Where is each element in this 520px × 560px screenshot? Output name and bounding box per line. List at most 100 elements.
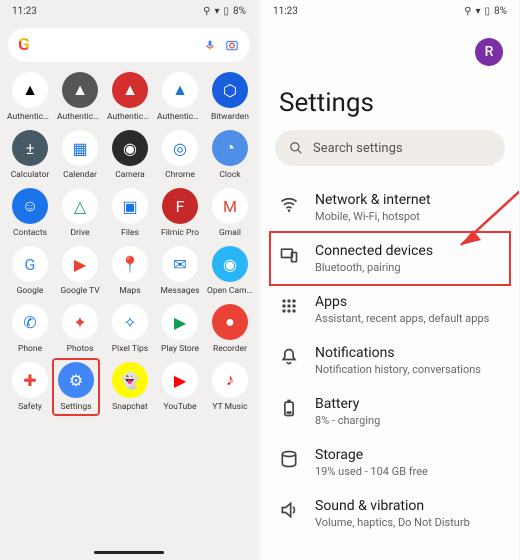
app-youtube[interactable]: ▶ YouTube	[156, 362, 204, 412]
settings-header: R	[261, 22, 519, 66]
app-snapchat[interactable]: 👻 Snapchat	[106, 362, 154, 412]
app-label: Bitwarden	[211, 112, 249, 122]
wifi-icon	[279, 194, 299, 214]
app-label: Files	[121, 228, 139, 238]
app-label: Photos	[67, 344, 94, 354]
app-clock[interactable]: ◔ Clock	[206, 130, 254, 180]
nav-handle[interactable]	[94, 551, 164, 554]
app-label: Drive	[70, 228, 89, 238]
app-google[interactable]: G Google	[6, 246, 54, 296]
app-icon: △	[62, 188, 98, 224]
app-icon: ☺	[12, 188, 48, 224]
app-grid: ▲ Authentica...▲ Authentica...▲ Authenti…	[0, 72, 258, 412]
app-label: Open Cam...	[207, 286, 253, 296]
app-icon: ±	[12, 130, 48, 166]
app-camera[interactable]: ◉ Camera	[106, 130, 154, 180]
app-maps[interactable]: 📍 Maps	[106, 246, 154, 296]
app-photos[interactable]: ✦ Photos	[56, 304, 104, 354]
profile-avatar[interactable]: R	[475, 38, 503, 66]
wifi-icon: ▾	[476, 6, 481, 17]
app-label: Pixel Tips	[112, 344, 148, 354]
app-label: Calendar	[63, 170, 97, 180]
app-authentica-[interactable]: ▲ Authentica...	[56, 72, 104, 122]
settings-row-apps[interactable]: Apps Assistant, recent apps, default app…	[261, 284, 519, 335]
row-subtitle: Bluetooth, pairing	[315, 261, 433, 274]
app-recorder[interactable]: ● Recorder	[206, 304, 254, 354]
statusbar: 11:23 ⚲ ▾ ▯ 8%	[261, 0, 519, 22]
app-drive[interactable]: △ Drive	[56, 188, 104, 238]
app-icon: ▶	[162, 304, 198, 340]
app-icon: ▦	[62, 130, 98, 166]
settings-search[interactable]: Search settings	[275, 130, 505, 166]
app-open-cam-[interactable]: ◉ Open Cam...	[206, 246, 254, 296]
app-filmic-pro[interactable]: F Filmic Pro	[156, 188, 204, 238]
settings-list: Network & internet Mobile, Wi-Fi, hotspo…	[261, 182, 519, 539]
row-subtitle: Volume, haptics, Do Not Disturb	[315, 516, 470, 529]
app-icon: ▲	[12, 72, 48, 108]
app-yt-music[interactable]: ♪ YT Music	[206, 362, 254, 412]
settings-row-sound-vibration[interactable]: Sound & vibration Volume, haptics, Do No…	[261, 488, 519, 539]
devices-icon	[279, 245, 299, 265]
google-logo-icon: G	[18, 35, 30, 55]
row-subtitle: Notification history, conversations	[315, 363, 481, 376]
battery-icon: ▯	[485, 6, 491, 17]
app-contacts[interactable]: ☺ Contacts	[6, 188, 54, 238]
app-icon: ▣	[112, 188, 148, 224]
app-label: Authentica...	[7, 112, 53, 122]
app-chrome[interactable]: ◎ Chrome	[156, 130, 204, 180]
app-label: Settings	[60, 402, 91, 412]
wifi-icon: ▾	[215, 6, 220, 17]
app-icon: ◉	[212, 246, 248, 282]
app-bitwarden[interactable]: ⬡ Bitwarden	[206, 72, 254, 122]
row-title: Storage	[315, 447, 428, 463]
app-label: Authentica...	[157, 112, 203, 122]
app-icon: ▶	[62, 246, 98, 282]
mic-icon[interactable]	[204, 38, 216, 52]
camera-icon[interactable]	[224, 38, 240, 52]
settings-row-connected-devices[interactable]: Connected devices Bluetooth, pairing	[269, 231, 511, 286]
phone-settings: 11:23 ⚲ ▾ ▯ 8% R Settings Search setting…	[261, 0, 519, 560]
app-icon: ▲	[62, 72, 98, 108]
app-label: Clock	[219, 170, 240, 180]
row-title: Apps	[315, 294, 489, 310]
search-icon	[289, 141, 303, 155]
app-icon: ✦	[62, 304, 98, 340]
settings-row-network-internet[interactable]: Network & internet Mobile, Wi-Fi, hotspo…	[261, 182, 519, 233]
app-label: Google TV	[60, 286, 99, 296]
app-play-store[interactable]: ▶ Play Store	[156, 304, 204, 354]
page-title: Settings	[279, 88, 519, 118]
app-label: Maps	[119, 286, 140, 296]
app-icon: ✉	[162, 246, 198, 282]
google-search-bar[interactable]: G	[8, 28, 250, 62]
app-label: Gmail	[219, 228, 241, 238]
settings-row-battery[interactable]: Battery 8% - charging	[261, 386, 519, 437]
app-pixel-tips[interactable]: ✧ Pixel Tips	[106, 304, 154, 354]
app-messages[interactable]: ✉ Messages	[156, 246, 204, 296]
app-authentica-[interactable]: ▲ Authentica...	[6, 72, 54, 122]
app-label: Phone	[18, 344, 42, 354]
app-icon: ⬡	[212, 72, 248, 108]
app-phone[interactable]: ✆ Phone	[6, 304, 54, 354]
app-calculator[interactable]: ± Calculator	[6, 130, 54, 180]
settings-row-storage[interactable]: Storage 19% used - 104 GB free	[261, 437, 519, 488]
app-calendar[interactable]: ▦ Calendar	[56, 130, 104, 180]
app-label: YouTube	[163, 402, 196, 412]
app-icon: 📍	[112, 246, 148, 282]
row-title: Network & internet	[315, 192, 431, 208]
storage-icon	[279, 449, 299, 469]
app-google-tv[interactable]: ▶ Google TV	[56, 246, 104, 296]
row-subtitle: Mobile, Wi-Fi, hotspot	[315, 210, 431, 223]
bluetooth-icon: ⚲	[203, 6, 210, 17]
app-label: Filmic Pro	[161, 228, 199, 238]
app-label: Contacts	[13, 228, 47, 238]
app-safety[interactable]: ✚ Safety	[6, 362, 54, 412]
app-gmail[interactable]: M Gmail	[206, 188, 254, 238]
battery-percent: 8%	[494, 6, 507, 17]
app-authentica-[interactable]: ▲ Authentica...	[106, 72, 154, 122]
settings-row-notifications[interactable]: Notifications Notification history, conv…	[261, 335, 519, 386]
app-authentica-[interactable]: ▲ Authentica...	[156, 72, 204, 122]
battery-icon: ▯	[224, 6, 230, 17]
app-files[interactable]: ▣ Files	[106, 188, 154, 238]
app-settings[interactable]: ⚙ Settings	[52, 358, 100, 416]
app-icon: 👻	[112, 362, 148, 398]
